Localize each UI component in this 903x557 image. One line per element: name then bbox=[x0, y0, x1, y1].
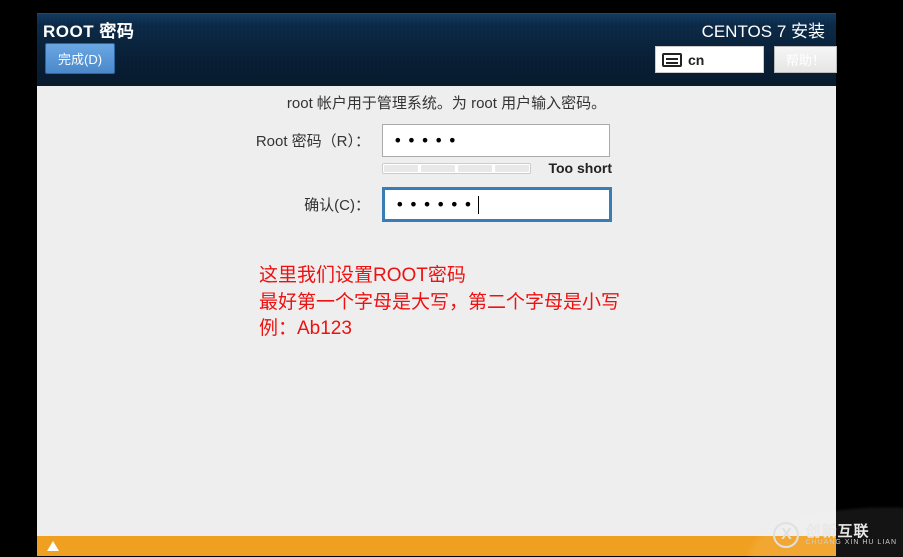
confirm-password-input[interactable]: •••••• bbox=[382, 187, 612, 222]
keyboard-icon bbox=[662, 53, 682, 67]
done-button[interactable]: 完成(D) bbox=[45, 43, 115, 74]
annotation-line-2: 最好第一个字母是大写，第二个字母是小写 bbox=[259, 290, 620, 317]
keyboard-layout-indicator[interactable]: cn bbox=[655, 46, 764, 73]
installer-window: ROOT 密码 完成(D) CENTOS 7 安装 cn 帮助！ root 帐户… bbox=[37, 13, 836, 544]
header-bar: ROOT 密码 完成(D) CENTOS 7 安装 cn 帮助！ bbox=[37, 13, 836, 86]
instruction-text: root 帐户用于管理系统。为 root 用户输入密码。 bbox=[37, 92, 836, 113]
confirm-password-row: 确认(C)： •••••• bbox=[37, 187, 637, 222]
warning-icon bbox=[47, 541, 59, 551]
confirm-password-label: 确认(C)： bbox=[37, 194, 382, 215]
annotation-note: 这里我们设置ROOT密码 最好第一个字母是大写，第二个字母是小写 例：Ab123 bbox=[259, 263, 620, 343]
password-strength-row: Too short bbox=[382, 160, 612, 176]
warning-bar bbox=[37, 536, 836, 556]
installer-name-label: CENTOS 7 安装 bbox=[702, 17, 825, 42]
root-password-input[interactable]: ••••• bbox=[382, 124, 610, 157]
annotation-line-3: 例：Ab123 bbox=[259, 316, 620, 343]
page-title: ROOT 密码 bbox=[43, 17, 134, 42]
confirm-password-value: •••••• bbox=[395, 195, 477, 214]
help-button[interactable]: 帮助！ bbox=[774, 46, 837, 73]
password-strength-text: Too short bbox=[548, 160, 612, 176]
root-password-value: ••••• bbox=[393, 131, 461, 150]
password-strength-meter bbox=[382, 163, 531, 174]
root-password-row: Root 密码（R）： ••••• bbox=[37, 124, 637, 157]
text-cursor bbox=[478, 196, 479, 214]
annotation-line-1: 这里我们设置ROOT密码 bbox=[259, 263, 620, 290]
root-password-label: Root 密码（R）： bbox=[37, 130, 382, 151]
content-area: root 帐户用于管理系统。为 root 用户输入密码。 Root 密码（R）：… bbox=[37, 86, 836, 544]
keyboard-layout-text: cn bbox=[688, 52, 704, 68]
